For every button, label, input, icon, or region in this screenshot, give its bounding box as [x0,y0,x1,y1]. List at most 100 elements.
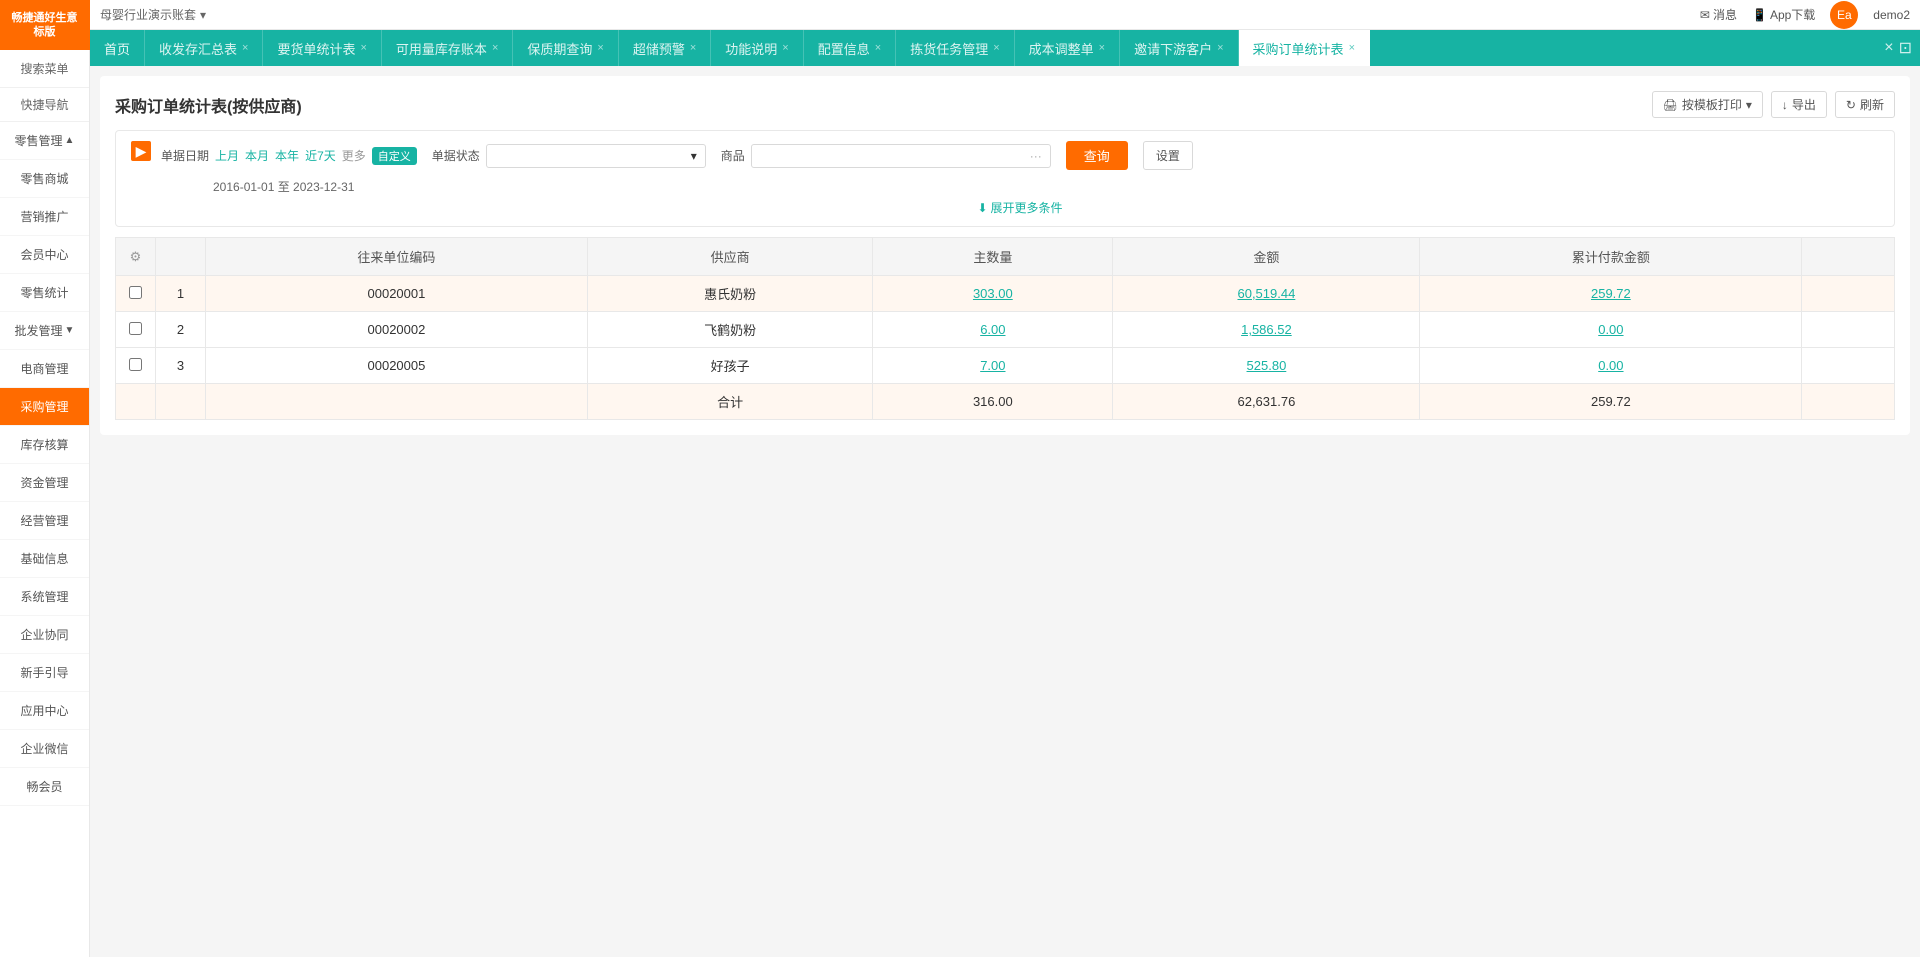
btn-label: 按模板打印 [1682,96,1742,113]
tab-expiry-query[interactable]: 保质期查询 × [513,30,618,66]
row-qty[interactable]: 303.00 [873,276,1113,312]
shortcut-this-year[interactable]: 本年 [275,147,299,164]
tab-cost-adjust[interactable]: 成本调整单 × [1015,30,1120,66]
sidebar-item-purchase-mgmt[interactable]: 采购管理 [0,388,89,426]
qty-link[interactable]: 6.00 [980,322,1005,337]
close-icon[interactable]: × [690,42,696,54]
close-icon[interactable]: × [782,42,788,54]
goods-input[interactable]: ··· [751,144,1051,168]
settings-btn[interactable]: 设置 [1143,141,1193,170]
maximize-btn[interactable]: ⊡ [1899,38,1912,58]
tab-purchase-order-stats[interactable]: 采购订单统计表 × [1239,30,1370,66]
close-icon[interactable]: × [1099,42,1105,54]
tab-overstock-warning[interactable]: 超储预警 × [619,30,711,66]
row-paid[interactable]: 0.00 [1420,348,1802,384]
paid-link[interactable]: 0.00 [1598,322,1623,337]
amount-link[interactable]: 60,519.44 [1237,286,1295,301]
qty-link[interactable]: 303.00 [973,286,1013,301]
app-download-btn[interactable]: 📱 App下载 [1752,6,1815,23]
expand-more-btn[interactable]: ⬇ 展开更多条件 [977,199,1062,216]
filter-row-1: 单据日期 上月 本月 本年 近7天 更多 自定义 [161,141,1879,170]
sidebar-search-item[interactable]: 搜索菜单 [0,50,89,88]
close-icon[interactable]: × [242,42,248,54]
row-amount[interactable]: 525.80 [1113,348,1420,384]
sidebar-item-retail-mall[interactable]: 零售商城 [0,160,89,198]
shortcut-last-month[interactable]: 上月 [215,147,239,164]
qty-link[interactable]: 7.00 [980,358,1005,373]
sidebar-item-app-center[interactable]: 应用中心 [0,692,89,730]
row-amount[interactable]: 60,519.44 [1113,276,1420,312]
tab-pick-task[interactable]: 拣货任务管理 × [896,30,1014,66]
refresh-btn[interactable]: ↻ 刷新 [1835,91,1895,118]
close-icon[interactable]: × [360,42,366,54]
shortcut-7days[interactable]: 近7天 [305,147,336,164]
close-icon[interactable]: × [875,42,881,54]
row-checkbox[interactable] [129,358,142,371]
shortcut-more[interactable]: 更多 [342,147,366,164]
close-icon[interactable]: × [1349,42,1355,54]
total-label-cell [206,384,588,420]
btn-label: 导出 [1792,96,1816,113]
row-check[interactable] [116,312,156,348]
sidebar-item-enterprise-collab[interactable]: 企业协同 [0,616,89,654]
amount-link[interactable]: 1,586.52 [1241,322,1292,337]
tab-invite-downstream[interactable]: 邀请下游客户 × [1120,30,1238,66]
close-icon[interactable]: × [597,42,603,54]
sidebar-item-operation-mgmt[interactable]: 经营管理 [0,502,89,540]
sidebar-item-basic-info[interactable]: 基础信息 [0,540,89,578]
more-dots-icon[interactable]: ··· [1030,149,1042,163]
row-qty[interactable]: 7.00 [873,348,1113,384]
paid-link[interactable]: 0.00 [1598,358,1623,373]
custom-date-badge[interactable]: 自定义 [372,147,417,165]
collapse-filter-btn[interactable]: ▶ [131,141,151,161]
user-avatar[interactable]: Ea [1830,1,1858,29]
btn-label: 刷新 [1860,96,1884,113]
sidebar-item-ecommerce-mgmt[interactable]: 电商管理 [0,350,89,388]
tab-inventory-book[interactable]: 可用量库存账本 × [382,30,513,66]
row-checkbox[interactable] [129,286,142,299]
sidebar-quick-nav[interactable]: 快捷导航 [0,88,89,122]
sidebar-item-member-vip[interactable]: 畅会员 [0,768,89,806]
sidebar-item-system-mgmt[interactable]: 系统管理 [0,578,89,616]
sidebar-item-retail-stats[interactable]: 零售统计 [0,274,89,312]
export-btn[interactable]: ↓ 导出 [1771,91,1827,118]
status-select[interactable]: ▾ [486,144,706,168]
sidebar-item-label: 批发管理 [15,322,63,339]
query-btn[interactable]: 查询 [1066,141,1128,170]
sidebar-item-retail-mgmt[interactable]: 零售管理 ▲ [0,122,89,160]
close-icon[interactable]: × [492,42,498,54]
row-qty[interactable]: 6.00 [873,312,1113,348]
row-amount[interactable]: 1,586.52 [1113,312,1420,348]
sidebar-item-label: 畅会员 [26,780,62,794]
row-paid[interactable]: 259.72 [1420,276,1802,312]
amount-link[interactable]: 525.80 [1247,358,1287,373]
sidebar-item-wholesale-mgmt[interactable]: 批发管理 ▼ [0,312,89,350]
sidebar-item-capital-mgmt[interactable]: 资金管理 [0,464,89,502]
sidebar-item-marketing[interactable]: 营销推广 [0,198,89,236]
filter-section-inner: ▶ 单据日期 上月 本月 本年 近7天 更多 [116,131,1894,226]
shortcut-this-month[interactable]: 本月 [245,147,269,164]
sidebar-item-member-center[interactable]: 会员中心 [0,236,89,274]
sidebar-item-inventory-check[interactable]: 库存核算 [0,426,89,464]
tab-goods-stats[interactable]: 要货单统计表 × [263,30,381,66]
tab-home[interactable]: 首页 [90,30,145,66]
paid-link[interactable]: 259.72 [1591,286,1631,301]
row-check[interactable] [116,348,156,384]
tab-config-info[interactable]: 配置信息 × [804,30,896,66]
close-tab-btn[interactable]: × [1884,39,1893,57]
tab-receive-send[interactable]: 收发存汇总表 × [145,30,263,66]
close-icon[interactable]: × [993,42,999,54]
total-no-cell [156,384,206,420]
workspace-title[interactable]: 母婴行业演示账套 ▾ [100,6,206,23]
close-icon[interactable]: × [1217,42,1223,54]
sidebar-item-enterprise-wechat[interactable]: 企业微信 [0,730,89,768]
template-print-btn[interactable]: 🖨 按模板打印 ▾ [1652,91,1763,118]
sidebar-item-new-guide[interactable]: 新手引导 [0,654,89,692]
row-paid[interactable]: 0.00 [1420,312,1802,348]
user-name[interactable]: demo2 [1873,8,1910,22]
row-checkbox[interactable] [129,322,142,335]
col-settings[interactable]: ⚙ [116,238,156,276]
message-btn[interactable]: ✉ 消息 [1700,6,1737,23]
row-check[interactable] [116,276,156,312]
tab-function-desc[interactable]: 功能说明 × [711,30,803,66]
